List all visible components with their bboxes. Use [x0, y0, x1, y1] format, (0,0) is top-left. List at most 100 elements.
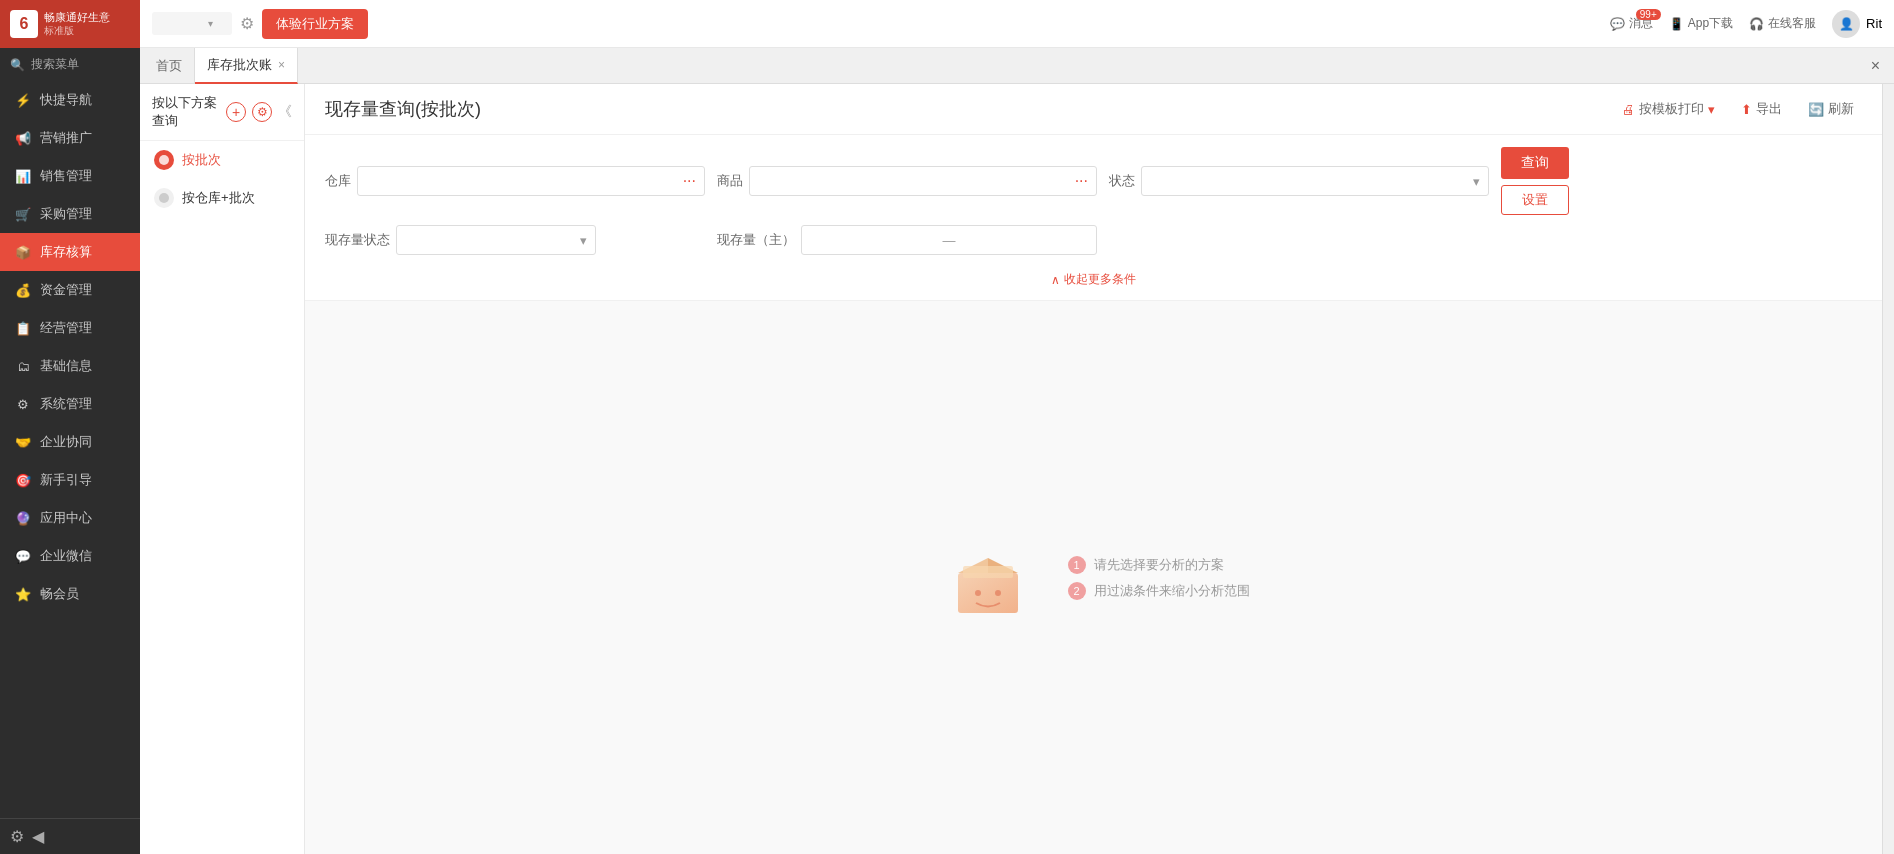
tab-inventory-batch[interactable]: 库存批次账 × [195, 48, 298, 84]
sidebar-item-label: 资金管理 [40, 281, 92, 299]
settings-btn[interactable]: 设置 [1501, 185, 1569, 215]
sidebar-nav: ⚡ 快捷导航 📢 营销推广 📊 销售管理 🛒 采购管理 📦 库存核算 💰 资金管… [0, 81, 140, 818]
messages-action[interactable]: 💬 消息 99+ [1610, 15, 1653, 32]
tip-num-2: 2 [1068, 582, 1086, 600]
warehouse-more-icon[interactable]: ··· [683, 172, 696, 190]
breadcrumb: ▾ [152, 12, 232, 35]
print-dropdown-icon[interactable]: ▾ [1708, 102, 1715, 117]
sidebar: 6 畅康通好生意 标准版 🔍 搜索菜单 ⚡ 快捷导航 📢 营销推广 📊 销售管理… [0, 0, 140, 854]
wechat-icon: 💬 [14, 547, 32, 565]
filter-row-1: 仓库 ··· 商品 ··· 状态 [325, 147, 1862, 215]
user-name: Rit [1866, 16, 1882, 31]
collapse-scheme-btn[interactable]: 《 [278, 103, 292, 121]
sidebar-item-marketing[interactable]: 📢 营销推广 [0, 119, 140, 157]
sidebar-item-purchase[interactable]: 🛒 采购管理 [0, 195, 140, 233]
product-input[interactable] [758, 174, 1075, 189]
export-btn[interactable]: ⬆ 导出 [1733, 96, 1790, 122]
online-service-label: 在线客服 [1768, 15, 1816, 32]
qty-min-input[interactable] [810, 233, 935, 248]
sidebar-item-label: 销售管理 [40, 167, 92, 185]
right-scrollbar [1882, 84, 1894, 854]
scheme-item-by-warehouse-batch[interactable]: 按仓库+批次 [140, 179, 304, 217]
print-btn[interactable]: 🖨 按模板打印 ▾ [1614, 96, 1723, 122]
warehouse-input[interactable] [366, 174, 683, 189]
add-scheme-btn[interactable]: + [226, 102, 246, 122]
sidebar-item-apps[interactable]: 🔮 应用中心 [0, 499, 140, 537]
marketing-icon: 📢 [14, 129, 32, 147]
messages-badge: 99+ [1636, 9, 1661, 20]
scheme-item-by-batch[interactable]: 按批次 [140, 141, 304, 179]
sidebar-item-quick-nav[interactable]: ⚡ 快捷导航 [0, 81, 140, 119]
tab-home[interactable]: 首页 [144, 48, 195, 84]
breadcrumb-text [160, 16, 204, 31]
scheme-label-wh-batch: 按仓库+批次 [182, 189, 255, 207]
warehouse-input-wrap[interactable]: ··· [357, 166, 705, 196]
search-label: 搜索菜单 [31, 56, 79, 73]
sidebar-item-label: 营销推广 [40, 129, 92, 147]
sidebar-item-label: 系统管理 [40, 395, 92, 413]
topbar-gear-icon[interactable]: ⚙ [240, 14, 254, 33]
collapse-label: 收起更多条件 [1064, 271, 1136, 288]
headset-icon: 🎧 [1749, 17, 1764, 31]
refresh-btn[interactable]: 🔄 刷新 [1800, 96, 1862, 122]
inventory-icon: 📦 [14, 243, 32, 261]
qty-range: — [801, 225, 1097, 255]
query-btn[interactable]: 查询 [1501, 147, 1569, 179]
qty-dash: — [943, 233, 956, 248]
print-label: 按模板打印 [1639, 100, 1704, 118]
sidebar-item-guide[interactable]: 🎯 新手引导 [0, 461, 140, 499]
svg-point-0 [159, 155, 169, 165]
sidebar-item-enterprise[interactable]: 🤝 企业协同 [0, 423, 140, 461]
dropdown-arrow-icon[interactable]: ▾ [208, 18, 213, 29]
footer-collapse-icon[interactable]: ◀ [32, 827, 44, 846]
panel-close-btn[interactable]: × [1861, 57, 1890, 75]
status-select[interactable]: ▾ [1141, 166, 1489, 196]
scheme-icon-wh-batch [154, 188, 174, 208]
trial-btn[interactable]: 体验行业方案 [262, 9, 368, 39]
warehouse-label: 仓库 [325, 172, 351, 190]
filter-status: 状态 ▾ [1109, 166, 1489, 196]
footer-settings-icon[interactable]: ⚙ [10, 827, 24, 846]
product-input-wrap[interactable]: ··· [749, 166, 1097, 196]
collapse-more-btn[interactable]: ∧ 收起更多条件 [325, 265, 1862, 288]
sidebar-item-label: 畅会员 [40, 585, 79, 603]
app-title-group: 畅康通好生意 标准版 [44, 10, 110, 38]
sidebar-item-wechat[interactable]: 💬 企业微信 [0, 537, 140, 575]
stock-status-select[interactable]: ▾ [396, 225, 596, 255]
filter-row-2: 现存量状态 ▾ 现存量（主） — [325, 225, 1862, 255]
online-service-action[interactable]: 🎧 在线客服 [1749, 15, 1816, 32]
sidebar-item-operation[interactable]: 📋 经营管理 [0, 309, 140, 347]
user-profile[interactable]: 👤 Rit [1832, 10, 1882, 38]
sidebar-item-label: 基础信息 [40, 357, 92, 375]
tip-text-2: 用过滤条件来缩小分析范围 [1094, 582, 1250, 600]
page-title-actions: 🖨 按模板打印 ▾ ⬆ 导出 🔄 刷新 [1614, 96, 1862, 122]
operation-icon: 📋 [14, 319, 32, 337]
main-area: ▾ ⚙ 体验行业方案 💬 消息 99+ 📱 App下载 🎧 在线客服 👤 [140, 0, 1894, 854]
export-label: 导出 [1756, 100, 1782, 118]
page-title: 现存量查询(按批次) [325, 97, 481, 121]
empty-tip-1: 1 请先选择要分析的方案 [1068, 556, 1250, 574]
empty-tips: 1 请先选择要分析的方案 2 用过滤条件来缩小分析范围 [1068, 556, 1250, 600]
sidebar-item-basic[interactable]: 🗂 基础信息 [0, 347, 140, 385]
sidebar-search[interactable]: 🔍 搜索菜单 [0, 48, 140, 81]
qty-max-input[interactable] [964, 233, 1089, 248]
sidebar-item-sales[interactable]: 📊 销售管理 [0, 157, 140, 195]
enterprise-icon: 🤝 [14, 433, 32, 451]
sidebar-item-inventory[interactable]: 📦 库存核算 [0, 233, 140, 271]
sidebar-item-label: 库存核算 [40, 243, 92, 261]
sidebar-item-member[interactable]: ⭐ 畅会员 [0, 575, 140, 613]
product-more-icon[interactable]: ··· [1075, 172, 1088, 190]
message-icon: 💬 [1610, 17, 1625, 31]
tab-close-icon[interactable]: × [278, 58, 285, 72]
app-download-action[interactable]: 📱 App下载 [1669, 15, 1733, 32]
printer-icon: 🖨 [1622, 102, 1635, 117]
settings-scheme-btn[interactable]: ⚙ [252, 102, 272, 122]
member-icon: ⭐ [14, 585, 32, 603]
query-action-btns: 查询 设置 [1501, 147, 1569, 215]
stock-qty-label: 现存量（主） [717, 231, 795, 249]
sidebar-item-label: 快捷导航 [40, 91, 92, 109]
purchase-icon: 🛒 [14, 205, 32, 223]
sidebar-item-system[interactable]: ⚙ 系统管理 [0, 385, 140, 423]
scheme-panel-actions: + ⚙ 《 [226, 102, 292, 122]
sidebar-item-finance[interactable]: 💰 资金管理 [0, 271, 140, 309]
